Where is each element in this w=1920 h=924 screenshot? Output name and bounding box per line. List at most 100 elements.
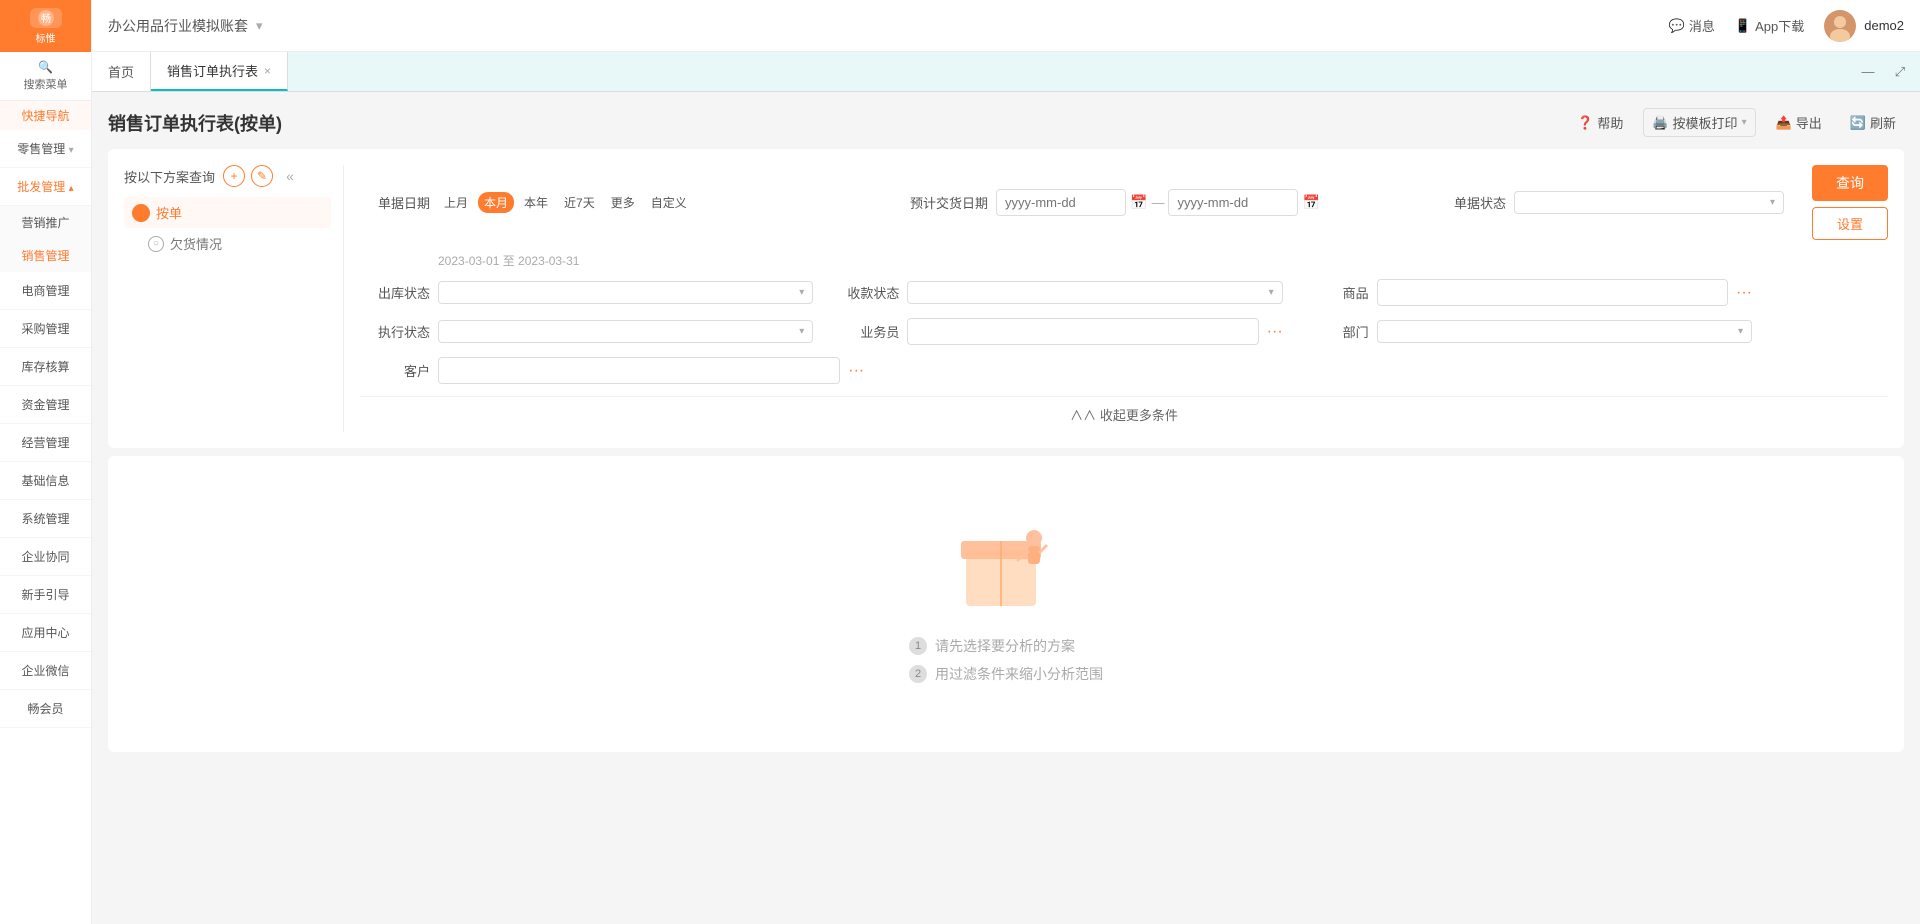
filter-status-row: 按以下方案查询 + ✎ « 按单 ○ 欠货情况 (124, 165, 1888, 432)
settings-btn[interactable]: 设置 (1812, 207, 1888, 240)
salesperson-label: 业务员 (829, 322, 899, 341)
hint-num-2: 2 (909, 665, 927, 683)
product-input[interactable] (1377, 279, 1728, 306)
sidebar-sub-marketing[interactable]: 营销推广 (0, 206, 91, 239)
order-status-select[interactable]: ▾ (1514, 191, 1784, 214)
date-tab-this-month[interactable]: 本月 (478, 192, 514, 213)
main-area: 办公用品行业模拟账套 ▾ 💬 消息 📱 App下载 demo2 首页 (92, 0, 1920, 924)
collapse-scheme-btn[interactable]: « (279, 165, 301, 187)
date-range-text: 2023-03-01 至 2023-03-31 (438, 252, 1888, 269)
order-date-label: 单据日期 (360, 193, 430, 212)
date-tab-this-year[interactable]: 本年 (518, 192, 554, 213)
exec-status-select[interactable]: ▾ (438, 320, 813, 343)
sidebar-logo: 畅 标惟 (0, 0, 91, 52)
template-print-btn[interactable]: 🖨️ 按模板打印 ▾ (1643, 108, 1755, 137)
sidebar-item-member[interactable]: 畅会员 (0, 690, 91, 728)
delivery-status-arrow: ▾ (799, 287, 804, 298)
payment-status-label: 收款状态 (829, 283, 899, 302)
expected-delivery-field: 预计交货日期 📅 — 📅 (898, 189, 1420, 216)
sidebar-item-apps[interactable]: 应用中心 (0, 614, 91, 652)
refresh-icon: 🔄 (1850, 115, 1866, 131)
filter-scheme-panel: 按以下方案查询 + ✎ « 按单 ○ 欠货情况 (124, 165, 344, 432)
tabbar-actions: — ⤢ (1848, 52, 1920, 91)
edit-scheme-btn[interactable]: ✎ (251, 165, 273, 187)
app-download-btn[interactable]: 📱 App下载 (1735, 16, 1804, 35)
calendar-icon-end[interactable]: 📅 (1302, 194, 1319, 211)
sidebar-sub-wholesale: 营销推广 销售管理 (0, 206, 91, 272)
date-tab-last-month[interactable]: 上月 (438, 192, 474, 213)
date-tab-custom[interactable]: 自定义 (645, 192, 693, 213)
customer-field: 客户 ··· (360, 357, 864, 384)
dropdown-icon[interactable]: ▾ (256, 18, 263, 34)
payment-status-select[interactable]: ▾ (907, 281, 1282, 304)
logo-icon: 畅 (30, 8, 62, 28)
tab-home[interactable]: 首页 (92, 52, 151, 91)
filter-row-3: 执行状态 ▾ 业务员 ··· 部门 (360, 318, 1888, 345)
filter-row-1: 单据日期 上月 本月 本年 近7天 更多 自定义 (360, 165, 1888, 240)
query-btn[interactable]: 查询 (1812, 165, 1888, 201)
exec-status-label: 执行状态 (360, 322, 430, 341)
topbar-left: 办公用品行业模拟账套 ▾ (108, 16, 263, 36)
topbar: 办公用品行业模拟账套 ▾ 💬 消息 📱 App下载 demo2 (92, 0, 1920, 52)
product-more-btn[interactable]: ··· (1736, 284, 1752, 302)
customer-label: 客户 (360, 361, 430, 380)
date-tab-7days[interactable]: 近7天 (558, 192, 601, 213)
help-btn[interactable]: ❓ 帮助 (1569, 109, 1631, 136)
page-content: 销售订单执行表(按单) ❓ 帮助 🖨️ 按模板打印 ▾ 📤 导出 🔄 刷新 (92, 92, 1920, 924)
tab-close-all-btn[interactable]: — (1856, 60, 1880, 84)
sidebar-item-finance[interactable]: 资金管理 (0, 386, 91, 424)
customer-more-btn[interactable]: ··· (848, 362, 864, 380)
delivery-status-field: 出库状态 ▾ (360, 281, 813, 304)
tab-close-btn[interactable]: × (264, 64, 271, 78)
sidebar-item-wholesale[interactable]: 批发管理 ▴ (0, 168, 91, 206)
expected-delivery-start[interactable] (996, 189, 1126, 216)
scheme-icon-owed: ○ (148, 236, 164, 252)
scheme-item-owed[interactable]: ○ 欠货情况 (124, 228, 331, 259)
tab-sales-exec[interactable]: 销售订单执行表 × (151, 52, 288, 91)
sidebar-item-retail[interactable]: 零售管理 ▾ (0, 130, 91, 168)
product-label: 商品 (1299, 283, 1369, 302)
sidebar-item-purchase[interactable]: 采购管理 (0, 310, 91, 348)
date-tab-more[interactable]: 更多 (605, 192, 641, 213)
department-select[interactable]: ▾ (1377, 320, 1752, 343)
salesperson-input[interactable] (907, 318, 1258, 345)
print-icon: 🖨️ (1652, 115, 1668, 131)
action-buttons: 查询 设置 (1800, 165, 1888, 240)
expected-delivery-label: 预计交货日期 (898, 193, 988, 212)
sidebar-item-enterprise[interactable]: 企业协同 (0, 538, 91, 576)
add-scheme-btn[interactable]: + (223, 165, 245, 187)
expected-delivery-end[interactable] (1168, 189, 1298, 216)
customer-input[interactable] (438, 357, 840, 384)
empty-illustration (946, 516, 1066, 616)
sidebar-item-wechat[interactable]: 企业微信 (0, 652, 91, 690)
empty-hint-2: 2 用过滤条件来缩小分析范围 (909, 664, 1103, 684)
salesperson-more-btn[interactable]: ··· (1267, 323, 1283, 341)
payment-status-arrow: ▾ (1269, 287, 1274, 298)
sidebar-item-inventory[interactable]: 库存核算 (0, 348, 91, 386)
sidebar-item-operations[interactable]: 经营管理 (0, 424, 91, 462)
sidebar-item-system[interactable]: 系统管理 (0, 500, 91, 538)
scheme-item-by-order[interactable]: 按单 (124, 197, 331, 228)
refresh-btn[interactable]: 🔄 刷新 (1842, 109, 1904, 136)
sidebar-sub-sales[interactable]: 销售管理 (0, 239, 91, 272)
filter-panel: 按以下方案查询 + ✎ « 按单 ○ 欠货情况 (108, 149, 1904, 448)
tab-expand-btn[interactable]: ⤢ (1888, 60, 1912, 84)
exec-status-field: 执行状态 ▾ (360, 320, 813, 343)
industry-title: 办公用品行业模拟账套 (108, 16, 248, 36)
avatar[interactable] (1824, 10, 1856, 42)
page-title: 销售订单执行表(按单) (108, 110, 282, 136)
sidebar-quicknav[interactable]: 快捷导航 (0, 101, 91, 130)
order-date-controls: 上月 本月 本年 近7天 更多 自定义 (438, 192, 882, 213)
collapse-more-btn[interactable]: ∧∧ 收起更多条件 (360, 396, 1888, 432)
order-status-field: 单据状态 ▾ (1436, 191, 1784, 214)
message-btn[interactable]: 💬 消息 (1669, 16, 1715, 35)
export-btn[interactable]: 📤 导出 (1768, 109, 1830, 136)
user-area[interactable]: demo2 (1824, 10, 1904, 42)
sidebar-search-item[interactable]: 🔍 搜索菜单 (0, 52, 91, 101)
sidebar-item-newbie[interactable]: 新手引导 (0, 576, 91, 614)
calendar-icon-start[interactable]: 📅 (1130, 194, 1147, 211)
department-arrow: ▾ (1738, 326, 1743, 337)
delivery-status-select[interactable]: ▾ (438, 281, 813, 304)
sidebar-item-ecommerce[interactable]: 电商管理 (0, 272, 91, 310)
sidebar-item-basics[interactable]: 基础信息 (0, 462, 91, 500)
